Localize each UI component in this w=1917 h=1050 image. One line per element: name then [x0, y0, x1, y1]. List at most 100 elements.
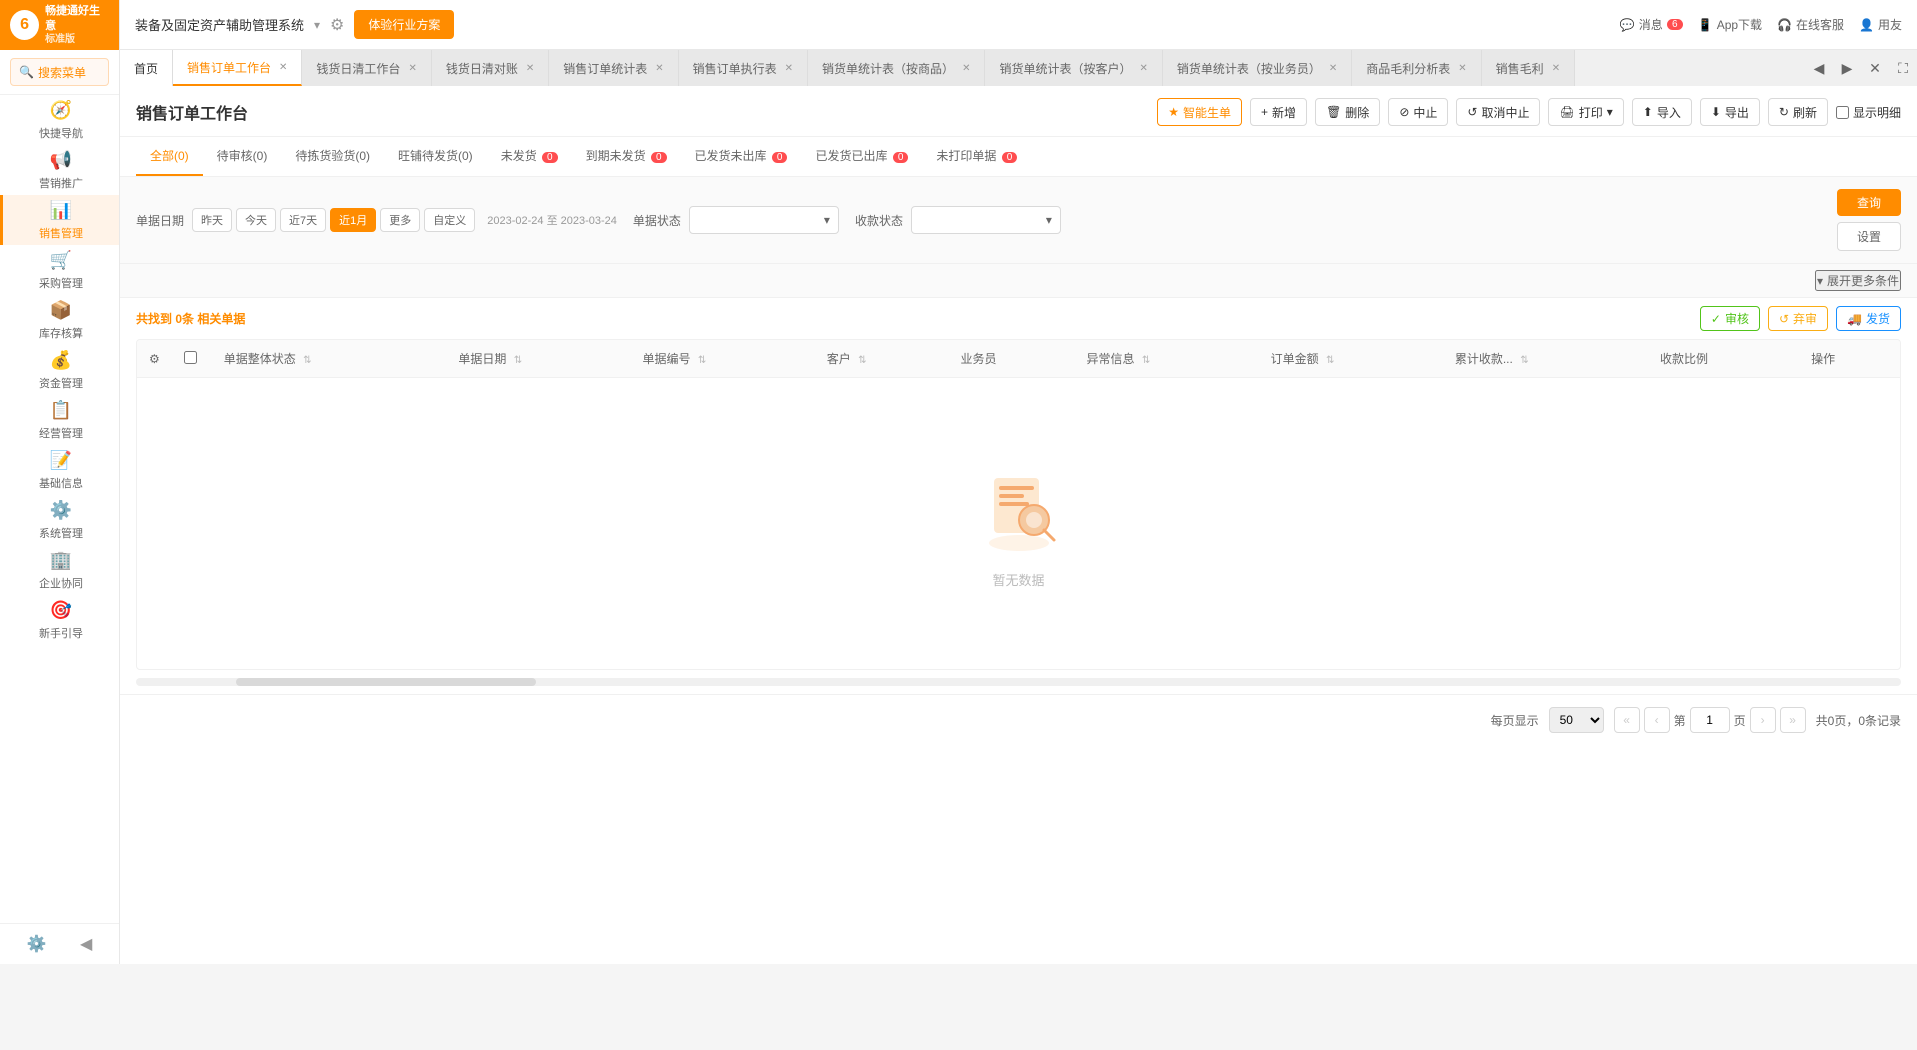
- tab-home[interactable]: 首页: [120, 50, 173, 86]
- tab-sales-summary-product[interactable]: 销货单统计表（按商品） ✕: [808, 50, 985, 86]
- tab-close-customer[interactable]: ✕: [1139, 63, 1147, 74]
- col-header-ratio: 收款比例: [1648, 340, 1799, 378]
- online-service-item[interactable]: 🎧 在线客服: [1777, 16, 1844, 33]
- messages-item[interactable]: 💬 消息 6: [1620, 16, 1683, 33]
- date-btn-today[interactable]: 今天: [236, 208, 276, 232]
- header-settings-icon[interactable]: ⚙: [330, 15, 344, 35]
- sort-abnormal-icon[interactable]: ⇅: [1142, 355, 1150, 366]
- sort-collected-icon[interactable]: ⇅: [1520, 355, 1528, 366]
- sidebar-item-sales[interactable]: 📊 销售管理: [0, 195, 119, 245]
- import-button[interactable]: ⬆ 导入: [1632, 98, 1692, 126]
- cancel-stop-button[interactable]: ↺ 取消中止: [1456, 98, 1540, 126]
- settings-button[interactable]: 设置: [1837, 222, 1901, 251]
- tab-close-product[interactable]: ✕: [962, 63, 970, 74]
- tab-close-cash-reconcile[interactable]: ✕: [526, 63, 534, 74]
- trial-button[interactable]: 体验行业方案: [354, 10, 454, 39]
- first-page-button[interactable]: «: [1614, 707, 1640, 733]
- sort-customer-icon[interactable]: ⇅: [858, 355, 866, 366]
- tab-sales-summary-customer[interactable]: 销货单统计表（按客户） ✕: [985, 50, 1162, 86]
- tab-sales-exec[interactable]: 销售订单执行表 ✕: [679, 50, 808, 86]
- filter-tab-delivered-stocked[interactable]: 已发货已出库 0: [801, 137, 922, 176]
- tab-close-all-button[interactable]: ✕: [1861, 54, 1889, 82]
- show-detail-checkbox-label[interactable]: 显示明细: [1836, 104, 1901, 121]
- sort-status-icon[interactable]: ⇅: [303, 355, 311, 366]
- filter-tab-pending-audit[interactable]: 待审核(0): [203, 137, 282, 176]
- last-page-button[interactable]: »: [1780, 707, 1806, 733]
- expand-conditions-button[interactable]: ▾ 展开更多条件: [1815, 270, 1901, 291]
- settings-col-icon[interactable]: ⚙: [149, 352, 160, 366]
- search-menu-button[interactable]: 🔍 搜索菜单: [10, 58, 109, 86]
- tab-close-staff[interactable]: ✕: [1329, 63, 1337, 74]
- sidebar-item-guide[interactable]: 🎯 新手引导: [0, 595, 119, 645]
- scrollbar-thumb[interactable]: [236, 678, 536, 686]
- sort-amount-icon[interactable]: ⇅: [1326, 355, 1334, 366]
- sidebar-item-operations[interactable]: 📋 经营管理: [0, 395, 119, 445]
- filter-tab-all[interactable]: 全部(0): [136, 137, 203, 176]
- settings-icon[interactable]: ⚙️: [27, 934, 47, 954]
- date-btn-yesterday[interactable]: 昨天: [192, 208, 232, 232]
- sidebar-item-system[interactable]: ⚙️ 系统管理: [0, 495, 119, 545]
- page-size-select[interactable]: 50 20 100: [1549, 707, 1604, 733]
- tab-sales-order[interactable]: 销售订单工作台 ✕: [173, 50, 302, 86]
- date-btn-more[interactable]: 更多: [380, 208, 420, 232]
- filter-tab-pending-check[interactable]: 待拣货验货(0): [281, 137, 384, 176]
- tab-cash-daily[interactable]: 钱货日清工作台 ✕: [302, 50, 431, 86]
- tab-sales-stats[interactable]: 销售订单统计表 ✕: [549, 50, 678, 86]
- print-button[interactable]: 🖨 打印 ▾: [1548, 98, 1623, 126]
- sidebar-item-quick-nav[interactable]: 🧭 快捷导航: [0, 95, 119, 145]
- tab-gross-margin[interactable]: 商品毛利分析表 ✕: [1352, 50, 1481, 86]
- tab-prev-button[interactable]: ◀: [1805, 54, 1833, 82]
- sidebar-item-inventory[interactable]: 📦 库存核算: [0, 295, 119, 345]
- tab-next-button[interactable]: ▶: [1833, 54, 1861, 82]
- payment-select[interactable]: ▾: [911, 206, 1061, 234]
- status-select[interactable]: ▾: [689, 206, 839, 234]
- sidebar-item-purchase[interactable]: 🛒 采购管理: [0, 245, 119, 295]
- query-button[interactable]: 查询: [1837, 189, 1901, 216]
- system-dropdown-icon[interactable]: ▾: [314, 18, 320, 32]
- filter-tab-not-printed[interactable]: 未打印单据 0: [922, 137, 1031, 176]
- cancel-audit-button[interactable]: ↺ 弃审: [1768, 306, 1828, 331]
- header: 装备及固定资产辅助管理系统 ▾ ⚙ 体验行业方案 💬 消息 6 📱 App下载 …: [120, 0, 1917, 50]
- tab-close-sales-stats[interactable]: ✕: [655, 63, 663, 74]
- tab-close-profit[interactable]: ✕: [1552, 63, 1560, 74]
- refresh-button[interactable]: ↻ 刷新: [1768, 98, 1828, 126]
- user-item[interactable]: 👤 用友: [1859, 16, 1902, 33]
- tab-close-sales-order[interactable]: ✕: [279, 62, 287, 73]
- smart-create-button[interactable]: ★ 智能生单: [1157, 98, 1242, 126]
- filter-tab-delivered-not-stocked[interactable]: 已发货未出库 0: [681, 137, 802, 176]
- export-button[interactable]: ⬇ 导出: [1700, 98, 1760, 126]
- collapse-icon[interactable]: ◀: [80, 934, 92, 954]
- sidebar-item-enterprise[interactable]: 🏢 企业协同: [0, 545, 119, 595]
- tab-sales-profit[interactable]: 销售毛利 ✕: [1482, 50, 1575, 86]
- delete-button[interactable]: 🗑 删除: [1315, 98, 1380, 126]
- show-detail-checkbox[interactable]: [1836, 106, 1849, 119]
- stop-button[interactable]: ⊘ 中止: [1388, 98, 1448, 126]
- prev-page-button[interactable]: ‹: [1644, 707, 1670, 733]
- horizontal-scrollbar[interactable]: [136, 678, 1901, 694]
- sidebar-item-finance[interactable]: 💰 资金管理: [0, 345, 119, 395]
- sidebar-item-marketing[interactable]: 📢 营销推广: [0, 145, 119, 195]
- date-btn-1month[interactable]: 近1月: [330, 208, 376, 232]
- next-page-button[interactable]: ›: [1750, 707, 1776, 733]
- filter-tab-expired[interactable]: 到期未发货 0: [572, 137, 681, 176]
- tab-close-sales-exec[interactable]: ✕: [785, 63, 793, 74]
- filter-tab-wangpu[interactable]: 旺铺待发货(0): [384, 137, 487, 176]
- sort-date-icon[interactable]: ⇅: [514, 355, 522, 366]
- date-btn-custom[interactable]: 自定义: [424, 208, 475, 232]
- tab-maximize-button[interactable]: ⛶: [1889, 54, 1917, 82]
- tab-sales-summary-staff[interactable]: 销货单统计表（按业务员） ✕: [1163, 50, 1352, 86]
- sort-number-icon[interactable]: ⇅: [698, 355, 706, 366]
- tab-cash-reconcile[interactable]: 钱货日清对账 ✕: [432, 50, 549, 86]
- sidebar-item-basic-info[interactable]: 📝 基础信息: [0, 445, 119, 495]
- tab-close-gross-margin[interactable]: ✕: [1458, 63, 1466, 74]
- select-all-checkbox[interactable]: [184, 351, 197, 364]
- audit-button[interactable]: ✓ 审核: [1700, 306, 1760, 331]
- deliver-button[interactable]: 🚚 发货: [1836, 306, 1901, 331]
- col-header-staff: 业务员: [949, 340, 1075, 378]
- app-download-item[interactable]: 📱 App下载: [1698, 16, 1762, 33]
- filter-tab-not-delivered[interactable]: 未发货 0: [487, 137, 572, 176]
- tab-close-cash-daily[interactable]: ✕: [408, 63, 416, 74]
- page-input[interactable]: [1690, 707, 1730, 733]
- date-btn-7days[interactable]: 近7天: [280, 208, 326, 232]
- add-button[interactable]: + 新增: [1250, 98, 1307, 126]
